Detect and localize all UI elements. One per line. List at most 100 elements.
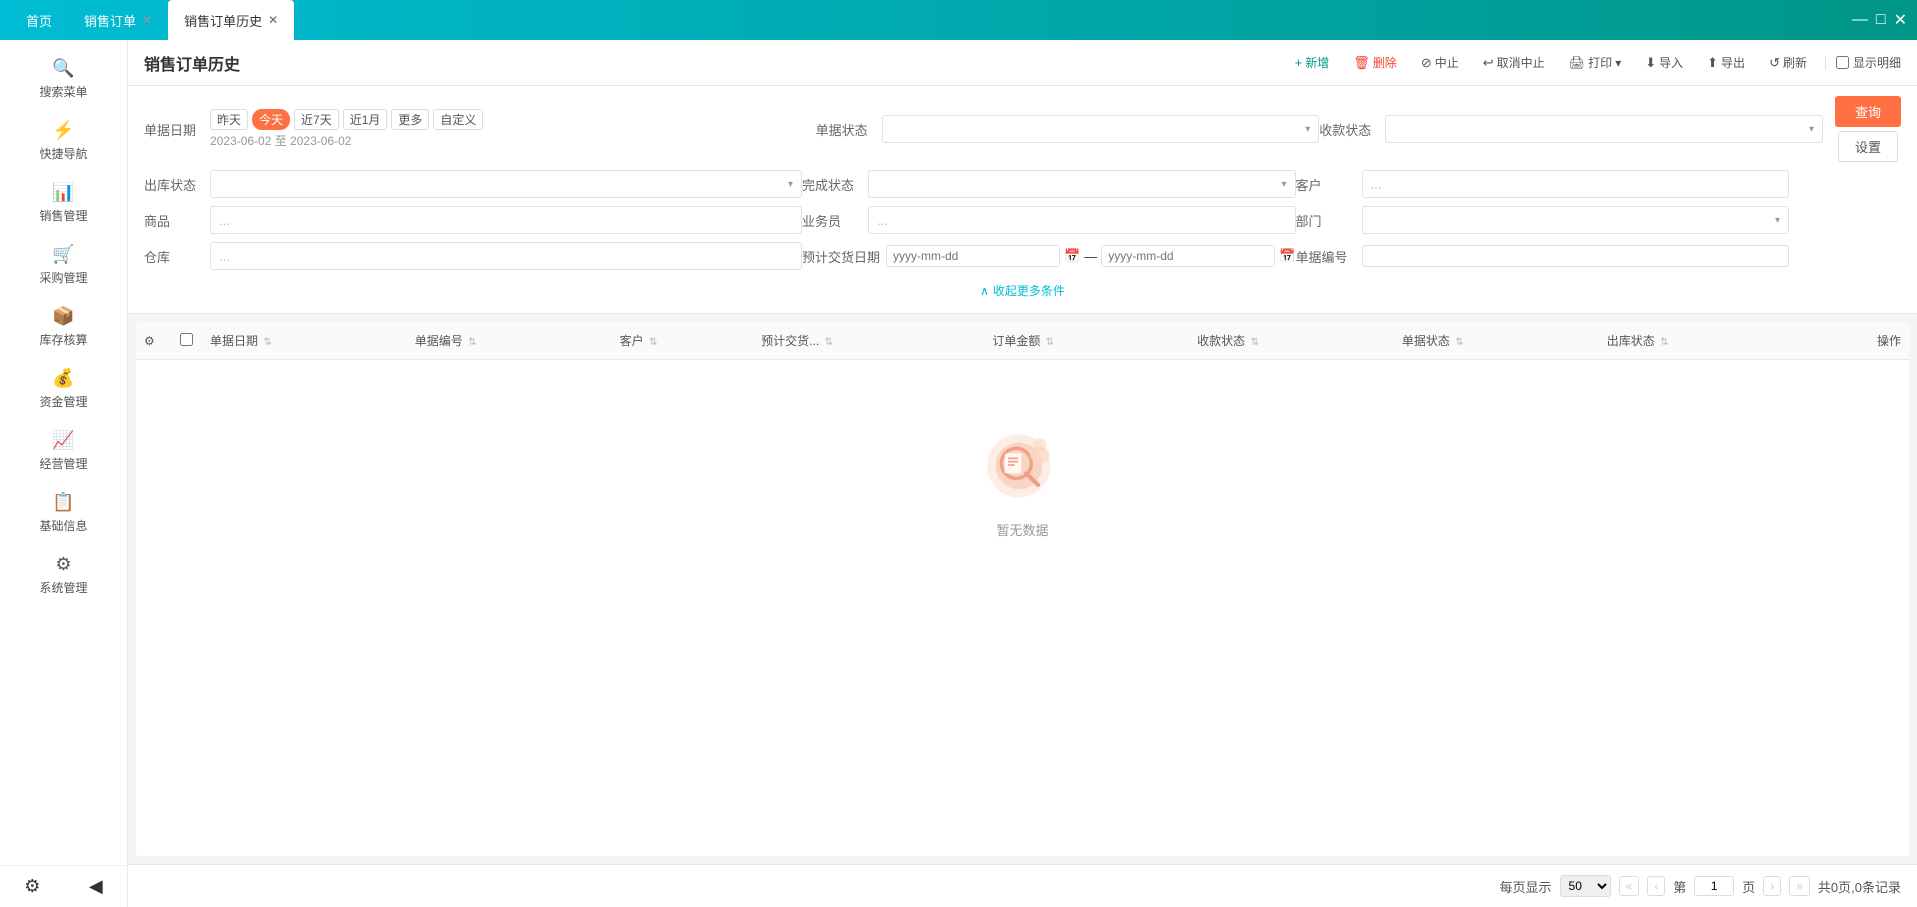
date-btn-more[interactable]: 更多	[391, 109, 429, 130]
page-size-select[interactable]: 50 10 20 100	[1560, 875, 1611, 897]
expected-date-calendar-to-icon[interactable]: 📅	[1279, 248, 1295, 264]
date-btn-last1m[interactable]: 近1月	[343, 109, 388, 130]
sidebar-settings-icon[interactable]: ⚙	[24, 876, 40, 897]
sidebar-bottom: ⚙ ◀	[0, 865, 127, 907]
sidebar-item-finance[interactable]: 💰 资金管理	[0, 358, 127, 420]
col-customer[interactable]: 客户 ⇅	[612, 322, 754, 360]
table-area: ⚙ 单据日期 ⇅ 单据编号 ⇅ 客户 ⇅	[136, 322, 1909, 856]
sidebar-item-basic-info[interactable]: 📋 基础信息	[0, 482, 127, 544]
sidebar-item-operations-label: 经营管理	[39, 455, 87, 472]
select-all-checkbox[interactable]	[180, 333, 193, 346]
table-body: 暂无数据	[136, 360, 1909, 600]
settings-button[interactable]: 设置	[1838, 131, 1898, 162]
sidebar-item-purchase-mgmt[interactable]: 🛒 采购管理	[0, 234, 127, 296]
first-page-btn[interactable]: «	[1619, 876, 1640, 896]
sort-out-status-icon: ⇅	[1660, 337, 1668, 348]
col-bill-no[interactable]: 单据编号 ⇅	[407, 322, 612, 360]
bill-no-label: 单据编号	[1296, 247, 1356, 266]
new-button[interactable]: + 新增	[1287, 50, 1338, 75]
table-settings-col[interactable]: ⚙	[136, 322, 172, 360]
sidebar-item-sys-mgmt[interactable]: ⚙ 系统管理	[0, 544, 127, 606]
complete-status-select[interactable]: ▾	[868, 170, 1296, 198]
expected-date-from-input[interactable]	[886, 245, 1060, 267]
tab-sales-order-close[interactable]: ✕	[142, 13, 152, 27]
salesperson-dots: ...	[877, 213, 888, 228]
filter-row-2: 出库状态 ▾ 完成状态 ▾ 客户 ...	[144, 170, 1901, 198]
customer-dots: ...	[1371, 177, 1382, 192]
page-suffix: 页	[1742, 877, 1755, 896]
col-bill-date[interactable]: 单据日期 ⇅	[202, 322, 407, 360]
display-detail-checkbox[interactable]	[1836, 56, 1849, 69]
sort-payment-status-icon: ⇅	[1250, 337, 1258, 348]
delete-button[interactable]: 🗑 删除	[1345, 50, 1405, 75]
warehouse-select[interactable]: ...	[210, 242, 802, 270]
dept-select[interactable]: ▾	[1362, 206, 1790, 234]
bill-status-select[interactable]: ▾	[882, 115, 1320, 143]
tab-sales-order-history-label: 销售订单历史	[184, 11, 262, 30]
col-bill-status[interactable]: 单据状态 ⇅	[1394, 322, 1599, 360]
display-detail-text: 显示明细	[1853, 54, 1901, 71]
stop-button[interactable]: ⊘ 中止	[1413, 50, 1467, 75]
date-label: 单据日期	[144, 120, 204, 139]
tab-home[interactable]: 首页	[10, 0, 68, 40]
col-out-status[interactable]: 出库状态 ⇅	[1599, 322, 1804, 360]
query-button[interactable]: 查询	[1835, 96, 1901, 127]
col-bill-status-label: 单据状态	[1402, 334, 1450, 348]
filter-date: 单据日期 昨天 今天 近7天 近1月 更多 自定义 2023-06-02 至 2…	[144, 109, 816, 149]
print-button[interactable]: 🖨 打印 ▾	[1561, 50, 1630, 75]
window-maximize-btn[interactable]: □	[1876, 11, 1886, 29]
filter-expected-date: 预计交货日期 📅 — 📅	[802, 245, 1296, 267]
bill-no-input[interactable]	[1362, 245, 1790, 267]
cancel-stop-icon: ↩	[1483, 55, 1494, 71]
tab-sales-order-history-close[interactable]: ✕	[268, 13, 278, 27]
sidebar-item-operations[interactable]: 📈 经营管理	[0, 420, 127, 482]
out-status-select[interactable]: ▾	[210, 170, 802, 198]
dept-label: 部门	[1296, 211, 1356, 230]
date-btn-last7[interactable]: 近7天	[294, 109, 339, 130]
cancel-stop-button[interactable]: ↩ 取消中止	[1475, 50, 1553, 75]
col-order-amount[interactable]: 订单金额 ⇅	[984, 322, 1189, 360]
expected-date-separator: —	[1084, 249, 1097, 264]
payment-status-label: 收款状态	[1319, 120, 1379, 139]
import-button[interactable]: ⬇ 导入	[1637, 50, 1691, 75]
dept-arrow-icon: ▾	[1775, 215, 1780, 226]
cancel-stop-label: 取消中止	[1497, 54, 1545, 71]
date-buttons: 昨天 今天 近7天 近1月 更多 自定义	[210, 109, 816, 130]
collapse-more[interactable]: ∧ 收起更多条件	[144, 278, 1901, 303]
export-button[interactable]: ⬆ 导出	[1699, 50, 1753, 75]
date-btn-yesterday[interactable]: 昨天	[210, 109, 248, 130]
expected-date-calendar-from-icon[interactable]: 📅	[1064, 248, 1080, 264]
sidebar-item-sales-mgmt[interactable]: 📊 销售管理	[0, 172, 127, 234]
data-table: ⚙ 单据日期 ⇅ 单据编号 ⇅ 客户 ⇅	[136, 322, 1909, 599]
date-btn-custom[interactable]: 自定义	[433, 109, 483, 130]
col-expected-delivery[interactable]: 预计交货... ⇅	[753, 322, 984, 360]
window-close-btn[interactable]: ✕	[1894, 10, 1907, 30]
next-page-btn[interactable]: ›	[1763, 876, 1781, 896]
payment-status-select[interactable]: ▾	[1385, 115, 1823, 143]
sidebar-item-inventory[interactable]: 📦 库存核算	[0, 296, 127, 358]
prev-page-btn[interactable]: ‹	[1647, 876, 1665, 896]
toolbar-divider	[1825, 56, 1826, 70]
filter-row-3: 商品 ... 业务员 ... 部门 ▾	[144, 206, 1901, 234]
tab-sales-order-history[interactable]: 销售订单历史 ✕	[168, 0, 294, 40]
sidebar-item-search-menu[interactable]: 🔍 搜索菜单	[0, 48, 127, 110]
col-customer-label: 客户	[620, 334, 644, 348]
display-detail-label[interactable]: 显示明细	[1836, 54, 1901, 71]
expected-date-to-input[interactable]	[1101, 245, 1275, 267]
salesperson-select[interactable]: ...	[868, 206, 1296, 234]
complete-status-label: 完成状态	[802, 175, 862, 194]
empty-state: 暂无数据	[136, 360, 1909, 599]
col-payment-status[interactable]: 收款状态 ⇅	[1189, 322, 1394, 360]
date-btn-today[interactable]: 今天	[252, 109, 290, 130]
customer-select[interactable]: ...	[1362, 170, 1790, 198]
sidebar-collapse-icon[interactable]: ◀	[89, 876, 103, 897]
last-page-btn[interactable]: »	[1789, 876, 1810, 896]
tab-sales-order[interactable]: 销售订单 ✕	[68, 0, 168, 40]
window-minimize-btn[interactable]: —	[1852, 11, 1868, 29]
table-checkbox-col[interactable]	[172, 322, 202, 360]
current-page-input[interactable]	[1694, 876, 1734, 896]
goods-select[interactable]: ...	[210, 206, 802, 234]
refresh-button[interactable]: ↺ 刷新	[1761, 50, 1815, 75]
out-status-arrow-icon: ▾	[788, 179, 793, 190]
sidebar-item-quick-nav[interactable]: ⚡ 快捷导航	[0, 110, 127, 172]
